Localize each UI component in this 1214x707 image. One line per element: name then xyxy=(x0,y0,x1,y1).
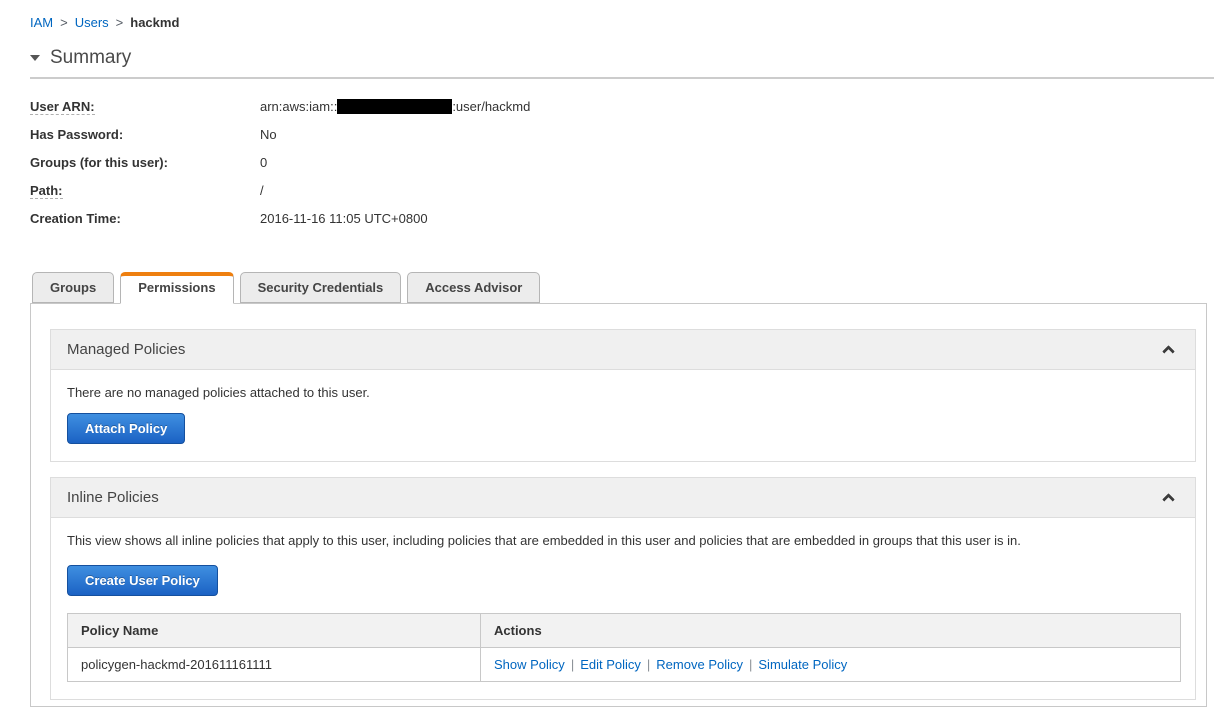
tab-permissions[interactable]: Permissions xyxy=(120,272,234,304)
managed-policies-section: Managed Policies There are no managed po… xyxy=(50,329,1196,462)
breadcrumb-separator: > xyxy=(60,15,68,30)
policy-name-cell: policygen-hackmd-201611161111 xyxy=(67,647,481,682)
field-row-creation-time: Creation Time: 2016-11-16 11:05 UTC+0800 xyxy=(30,204,1214,232)
field-row-has-password: Has Password: No xyxy=(30,120,1214,148)
groups-label: Groups (for this user): xyxy=(30,154,168,170)
redacted-account-id xyxy=(337,98,453,114)
breadcrumb-link-iam[interactable]: IAM xyxy=(30,15,53,30)
action-separator: | xyxy=(570,657,575,672)
breadcrumb-separator: > xyxy=(115,15,124,30)
inline-policies-description: This view shows all inline policies that… xyxy=(67,533,1021,548)
field-row-user-arn: User ARN: arn:aws:iam:::user/hackmd xyxy=(30,92,1214,120)
remove-policy-link[interactable]: Remove Policy xyxy=(656,657,743,672)
summary-title: Summary xyxy=(50,47,132,68)
create-user-policy-button[interactable]: Create User Policy xyxy=(67,565,218,596)
tab-groups[interactable]: Groups xyxy=(32,272,115,303)
managed-policies-empty-message: There are no managed policies attached t… xyxy=(67,385,370,400)
inline-policies-table: Policy Name Actions policygen-hackmd-201… xyxy=(67,613,1181,682)
summary-fields: User ARN: arn:aws:iam:::user/hackmd Has … xyxy=(30,92,1214,232)
triangle-down-icon xyxy=(30,55,40,61)
summary-section-toggle[interactable]: Summary xyxy=(30,47,1214,69)
chevron-up-icon[interactable] xyxy=(1162,493,1175,506)
arn-prefix: arn:aws:iam:: xyxy=(260,98,338,114)
field-row-groups: Groups (for this user): 0 xyxy=(30,148,1214,176)
user-detail-tabs: Groups Permissions Security Credentials … xyxy=(32,272,1214,304)
table-row: policygen-hackmd-201611161111 Show Polic… xyxy=(67,647,1181,682)
inline-policies-body: This view shows all inline policies that… xyxy=(51,518,1195,699)
breadcrumb: IAM > Users > hackmd xyxy=(0,0,1214,30)
inline-policies-title: Inline Policies xyxy=(67,489,159,506)
path-label: Path: xyxy=(30,182,63,199)
managed-policies-header[interactable]: Managed Policies xyxy=(51,330,1195,370)
field-row-path: Path: / xyxy=(30,176,1214,204)
breadcrumb-current-user: hackmd xyxy=(130,15,180,30)
managed-policies-body: There are no managed policies attached t… xyxy=(51,370,1195,461)
attach-policy-button[interactable]: Attach Policy xyxy=(67,413,186,444)
actions-column-header: Actions xyxy=(480,613,1181,648)
tab-security-credentials[interactable]: Security Credentials xyxy=(239,272,402,303)
breadcrumb-link-users[interactable]: Users xyxy=(75,15,109,30)
permissions-tab-panel: Managed Policies There are no managed po… xyxy=(30,303,1207,707)
edit-policy-link[interactable]: Edit Policy xyxy=(580,657,641,672)
simulate-policy-link[interactable]: Simulate Policy xyxy=(758,657,847,672)
action-separator: | xyxy=(646,657,651,672)
table-header-row: Policy Name Actions xyxy=(67,613,1181,648)
arn-suffix: :user/hackmd xyxy=(452,98,531,114)
policy-actions-cell: Show Policy | Edit Policy | Remove Policy | Si… xyxy=(480,647,1181,682)
groups-value: 0 xyxy=(260,154,268,170)
policy-name-column-header: Policy Name xyxy=(67,613,481,648)
has-password-label: Has Password: xyxy=(30,126,124,142)
chevron-up-icon[interactable] xyxy=(1162,345,1175,358)
tab-access-advisor[interactable]: Access Advisor xyxy=(407,272,541,303)
summary-divider xyxy=(30,77,1214,79)
managed-policies-title: Managed Policies xyxy=(67,341,186,358)
has-password-value: No xyxy=(260,126,277,142)
creation-time-label: Creation Time: xyxy=(30,210,121,226)
inline-policies-header[interactable]: Inline Policies xyxy=(51,478,1195,518)
inline-policies-section: Inline Policies This view shows all inli… xyxy=(50,477,1196,700)
path-value: / xyxy=(260,182,264,198)
user-arn-value: arn:aws:iam:::user/hackmd xyxy=(260,98,531,114)
show-policy-link[interactable]: Show Policy xyxy=(494,657,565,672)
creation-time-value: 2016-11-16 11:05 UTC+0800 xyxy=(260,210,428,226)
action-separator: | xyxy=(749,657,753,672)
user-arn-label: User ARN: xyxy=(30,98,95,115)
